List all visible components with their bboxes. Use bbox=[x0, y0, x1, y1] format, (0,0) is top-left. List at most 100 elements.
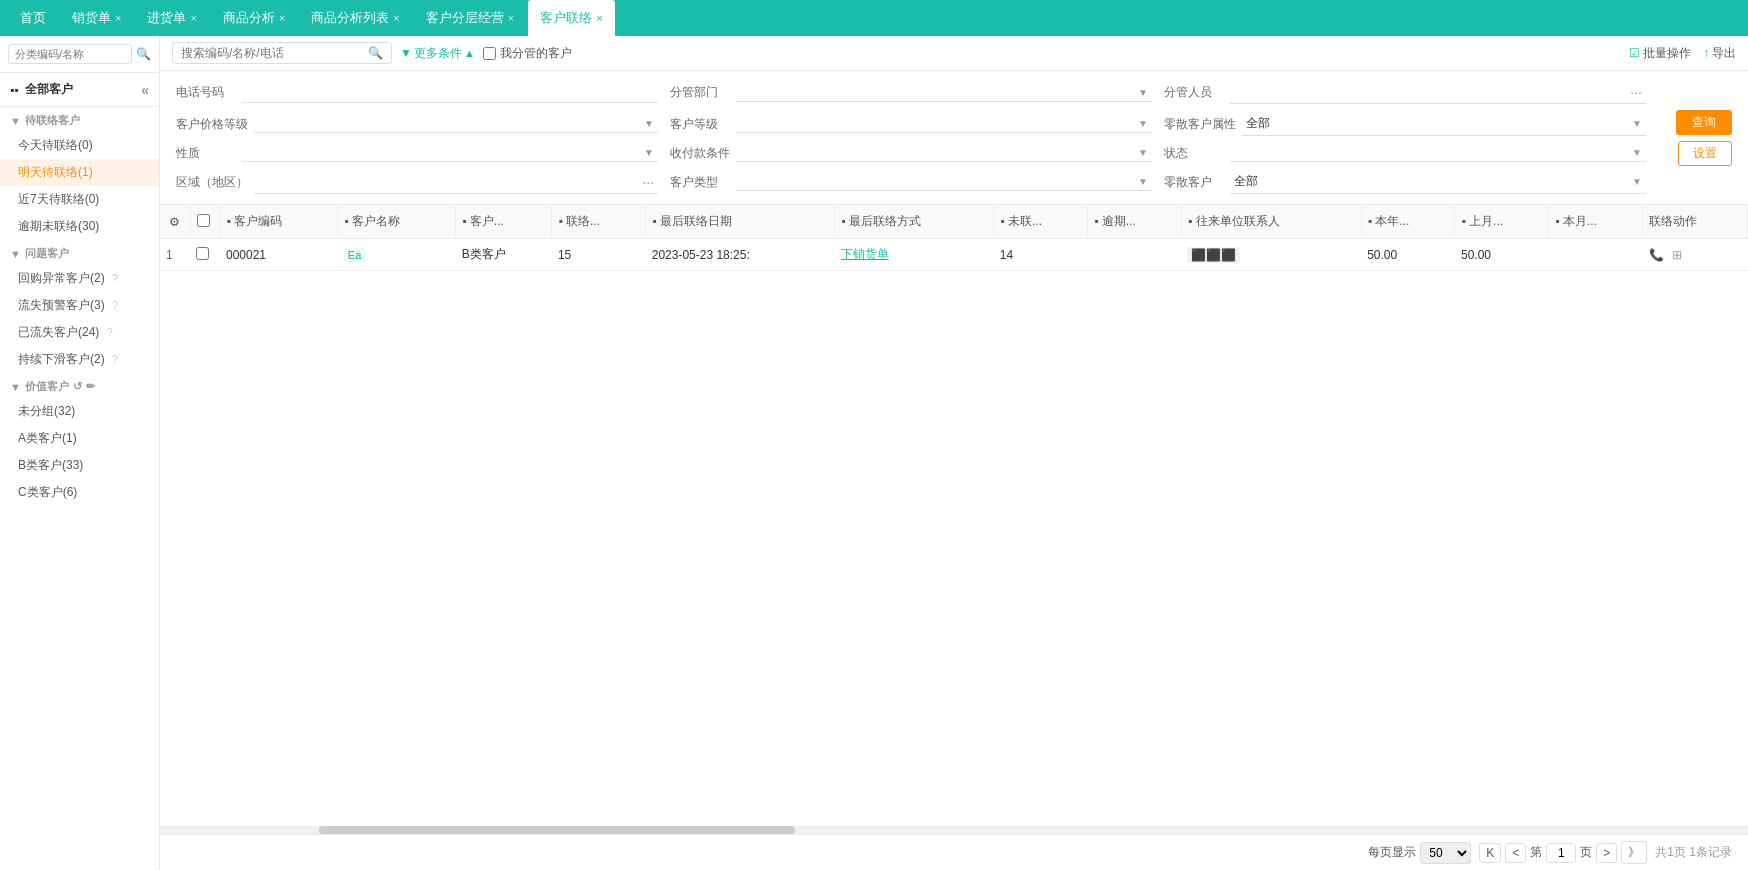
filter-label-payment: 收付款条件 bbox=[670, 145, 730, 162]
sidebar-search-container: 🔍 bbox=[0, 36, 159, 73]
filter-label-status: 状态 bbox=[1164, 145, 1224, 162]
filter-select-status[interactable]: ▼ bbox=[1230, 144, 1646, 162]
col-last-month: ▪ 上月... bbox=[1455, 205, 1549, 239]
filter-select-payment[interactable]: ▼ bbox=[736, 144, 1152, 162]
filter-field-phone: 电话号码 bbox=[176, 82, 658, 103]
sidebar-item-abnormal-repurchase[interactable]: 回购异常客户(2) ? bbox=[0, 265, 159, 292]
nav-customer-contact[interactable]: 客户联络 × bbox=[528, 0, 614, 36]
first-page-btn[interactable]: K bbox=[1479, 843, 1501, 863]
filter-field-manager: 分管人员 ··· bbox=[1164, 81, 1646, 104]
col-overdue: ▪ 逾期... bbox=[1088, 205, 1182, 239]
filter-select-price-level[interactable]: ▼ bbox=[254, 115, 658, 133]
table-horizontal-scrollbar[interactable] bbox=[160, 826, 1748, 834]
row-this-month bbox=[1549, 239, 1643, 271]
close-sales-order-icon[interactable]: × bbox=[115, 12, 121, 24]
nav-product-analysis-list[interactable]: 商品分析列表 × bbox=[299, 0, 411, 36]
export-icon: ↑ bbox=[1703, 46, 1709, 60]
close-purchase-order-icon[interactable]: × bbox=[190, 12, 196, 24]
query-button[interactable]: 查询 bbox=[1676, 110, 1732, 135]
row-checkbox bbox=[190, 239, 220, 271]
sidebar-item-declining[interactable]: 持续下滑客户(2) ? bbox=[0, 346, 159, 373]
chevron-down-type-icon: ▼ bbox=[1138, 176, 1148, 187]
action-phone-icon[interactable]: 📞 bbox=[1649, 248, 1664, 262]
filter-select-retail-customer[interactable]: 全部 ▼ bbox=[1230, 170, 1646, 194]
page-size-select[interactable]: 50 100 200 bbox=[1420, 842, 1471, 864]
row-name: Ea bbox=[338, 239, 456, 271]
filter-field-price-level: 客户价格等级 ▼ bbox=[176, 115, 658, 133]
filter-search-icon[interactable]: 🔍 bbox=[368, 46, 383, 60]
row-contact: 15 bbox=[552, 239, 646, 271]
filter-select-customer-type[interactable]: ▼ bbox=[736, 173, 1152, 191]
filter-input-phone[interactable] bbox=[242, 82, 658, 103]
total-info: 共1页 1条记录 bbox=[1655, 844, 1732, 861]
sidebar-search-input[interactable] bbox=[8, 44, 132, 64]
page-number-input[interactable] bbox=[1546, 843, 1576, 863]
action-grid-icon[interactable]: ⊞ bbox=[1672, 248, 1682, 262]
sidebar-item-overdue-contact[interactable]: 逾期未联络(30) bbox=[0, 213, 159, 240]
nav-home[interactable]: 首页 bbox=[8, 0, 58, 36]
sidebar-item-today-contact[interactable]: 今天待联络(0) bbox=[0, 132, 159, 159]
section-problem-customers: ▼ 问题客户 bbox=[0, 240, 159, 265]
export-btn[interactable]: ↑ 导出 bbox=[1703, 45, 1736, 62]
settings-button[interactable]: 设置 bbox=[1678, 141, 1732, 166]
nav-sales-order[interactable]: 销货单 × bbox=[60, 0, 133, 36]
sidebar-search-icon[interactable]: 🔍 bbox=[136, 47, 151, 61]
sidebar-item-7days-contact[interactable]: 近7天待联络(0) bbox=[0, 186, 159, 213]
gear-icon[interactable]: ⚙ bbox=[169, 215, 180, 229]
my-customer-checkbox[interactable] bbox=[483, 47, 496, 60]
filter-select-customer-level[interactable]: ▼ bbox=[736, 115, 1152, 133]
nav-customer-tier[interactable]: 客户分层经营 × bbox=[414, 0, 526, 36]
chevron-down-status-icon: ▼ bbox=[1632, 147, 1642, 158]
nav-purchase-order[interactable]: 进货单 × bbox=[135, 0, 208, 36]
nav-product-analysis[interactable]: 商品分析 × bbox=[211, 0, 297, 36]
select-all-checkbox[interactable] bbox=[197, 214, 210, 227]
collapse-icon[interactable]: « bbox=[141, 82, 149, 98]
filter-field-nature: 性质 ▼ bbox=[176, 144, 658, 162]
col-this-month: ▪ 本月... bbox=[1549, 205, 1643, 239]
col-this-year: ▪ 本年... bbox=[1361, 205, 1455, 239]
row-select-checkbox[interactable] bbox=[196, 247, 209, 260]
filter-label-retail-attr: 零散客户属性 bbox=[1164, 116, 1236, 133]
chevron-down-price-icon: ▼ bbox=[644, 118, 654, 129]
prev-page-btn[interactable]: < bbox=[1505, 843, 1526, 863]
close-customer-contact-icon[interactable]: × bbox=[596, 12, 602, 24]
table-scroll-thumb[interactable] bbox=[319, 826, 795, 834]
sidebar-item-tomorrow-contact[interactable]: 明天待联络(1) bbox=[0, 159, 159, 186]
more-filter-btn[interactable]: ▼ 更多条件 ▲ bbox=[400, 45, 475, 62]
last-method-link[interactable]: 下销货单 bbox=[841, 247, 889, 261]
sidebar-item-churned[interactable]: 已流失客户(24) ? bbox=[0, 319, 159, 346]
sidebar-item-class-a[interactable]: A类客户(1) bbox=[0, 425, 159, 452]
next-page-btn[interactable]: > bbox=[1596, 843, 1617, 863]
filter-select-dept[interactable]: ▼ bbox=[736, 84, 1152, 102]
sidebar-all-customers[interactable]: ▪▪ 全部客户 « bbox=[0, 73, 159, 107]
sidebar-item-ungrouped[interactable]: 未分组(32) bbox=[0, 398, 159, 425]
filter-field-customer-level: 客户等级 ▼ bbox=[670, 115, 1152, 133]
col-code: ▪ 客户编码 bbox=[220, 205, 338, 239]
filter-field-payment: 收付款条件 ▼ bbox=[670, 144, 1152, 162]
row-last-date: 2023-05-23 18:25: bbox=[646, 239, 835, 271]
filter-search-input[interactable] bbox=[181, 46, 368, 60]
region-dots-icon[interactable]: ··· bbox=[642, 174, 654, 190]
manager-dots-icon[interactable]: ··· bbox=[1630, 84, 1642, 100]
chevron-down-payment-icon: ▼ bbox=[1138, 147, 1148, 158]
last-page-btn[interactable]: 》 bbox=[1621, 841, 1647, 864]
close-product-analysis-list-icon[interactable]: × bbox=[393, 12, 399, 24]
sidebar-item-class-c[interactable]: C类客户(6) bbox=[0, 479, 159, 506]
filter-field-status: 状态 ▼ bbox=[1164, 144, 1646, 162]
filter-label-retail-customer: 零散客户 bbox=[1164, 174, 1224, 191]
sidebar-item-churn-warning[interactable]: 流失预警客户(3) ? bbox=[0, 292, 159, 319]
col-last-method: ▪ 最后联络方式 bbox=[835, 205, 994, 239]
filter-select-nature[interactable]: ▼ bbox=[242, 144, 658, 162]
filter-row-3: 性质 ▼ 收付款条件 ▼ bbox=[176, 144, 1646, 162]
col-type: ▪ 客户... bbox=[456, 205, 552, 239]
col-gear: ⚙ bbox=[160, 205, 190, 239]
section-value-customers: ▼ 价值客户 ↺ ✏ bbox=[0, 373, 159, 398]
col-name: ▪ 客户名称 bbox=[338, 205, 456, 239]
close-product-analysis-icon[interactable]: × bbox=[279, 12, 285, 24]
toolbar-right: ☑ 批量操作 ↑ 导出 bbox=[1629, 45, 1736, 62]
close-customer-tier-icon[interactable]: × bbox=[508, 12, 514, 24]
batch-op-btn[interactable]: ☑ 批量操作 bbox=[1629, 45, 1691, 62]
sidebar-item-class-b[interactable]: B类客户(33) bbox=[0, 452, 159, 479]
filter-select-retail-attr[interactable]: 全部 ▼ bbox=[1242, 112, 1646, 136]
filter-label-dept: 分管部门 bbox=[670, 84, 730, 101]
